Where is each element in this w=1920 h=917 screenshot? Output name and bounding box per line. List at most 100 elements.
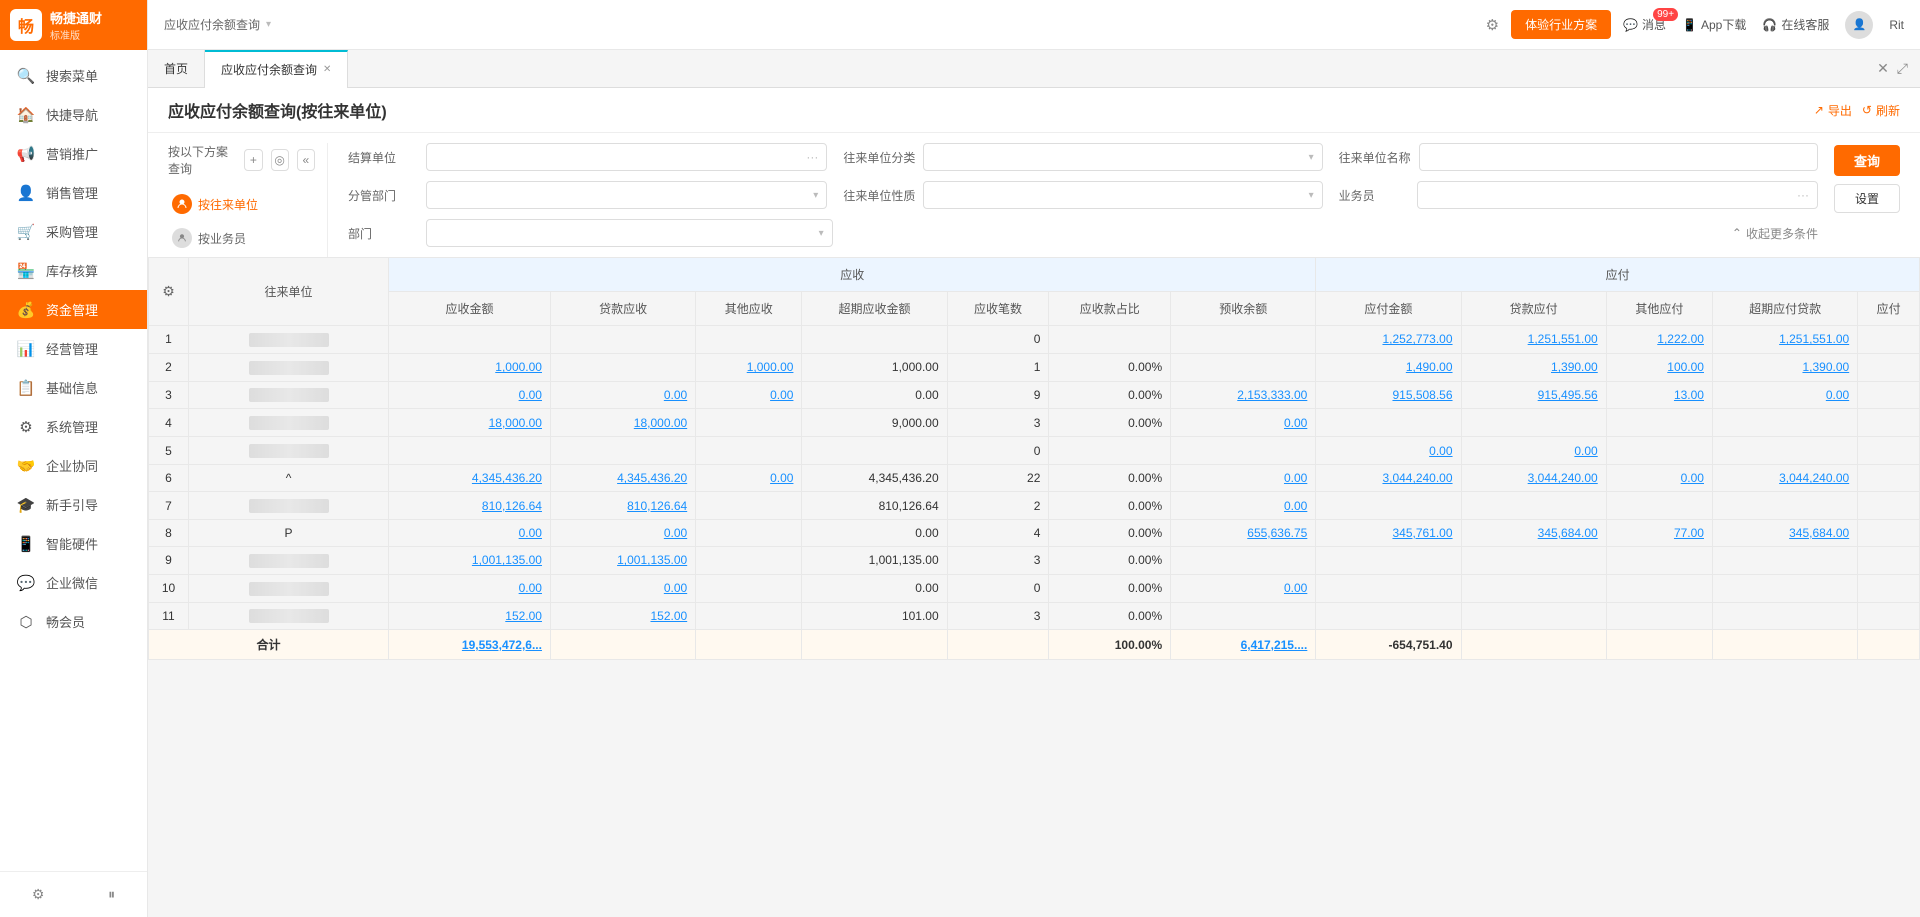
table-config-icon[interactable]: ⚙ (162, 283, 175, 299)
department-select[interactable]: ▾ (426, 219, 833, 247)
table-cell[interactable]: 0.00 (1171, 409, 1316, 437)
table-cell[interactable]: 0.00 (1316, 437, 1461, 465)
app-download-btn[interactable]: 📱 App下载 (1682, 16, 1746, 33)
sidebar-collapse-btn[interactable]: ⏸ (102, 880, 121, 909)
table-cell[interactable]: 0.00 (550, 381, 695, 409)
table-cell[interactable]: 13.00 (1606, 381, 1712, 409)
summary-ar-prepay[interactable]: 6,417,215.... (1171, 630, 1316, 660)
sidebar-item-purchase[interactable]: 🛒 采购管理 (0, 212, 147, 251)
table-cell[interactable]: 1,390.00 (1461, 353, 1606, 381)
sidebar-item-cooperation[interactable]: 🤝 企业协同 (0, 446, 147, 485)
table-cell[interactable]: 655,636.75 (1171, 519, 1316, 546)
settlement-unit-input[interactable]: ··· (426, 143, 827, 171)
table-cell[interactable]: 0.00 (1606, 465, 1712, 492)
table-cell[interactable]: 810,126.64 (389, 492, 551, 520)
table-cell[interactable]: 1,251,551.00 (1712, 326, 1857, 354)
sidebar-item-inventory[interactable]: 🏪 库存核算 (0, 251, 147, 290)
refresh-button[interactable]: ↺ 刷新 (1862, 102, 1900, 119)
table-cell[interactable]: 0.00 (696, 381, 802, 409)
sidebar-item-sales[interactable]: 👤 销售管理 (0, 173, 147, 212)
setting-button[interactable]: 设置 (1834, 184, 1900, 213)
table-cell[interactable]: 1,390.00 (1712, 353, 1857, 381)
table-cell[interactable]: 1,222.00 (1606, 326, 1712, 354)
table-cell[interactable]: 77.00 (1606, 519, 1712, 546)
collapse-btn[interactable]: ⌃ 收起更多条件 (1732, 225, 1818, 242)
filter-collapse-icon[interactable]: « (297, 149, 315, 171)
table-cell[interactable]: 1,001,135.00 (389, 546, 551, 574)
table-cell[interactable]: 2,153,333.00 (1171, 381, 1316, 409)
table-cell[interactable]: 1,000.00 (696, 353, 802, 381)
tab-close-window-icon[interactable]: ✕ (1877, 60, 1889, 77)
table-cell[interactable]: 0.00 (1171, 574, 1316, 602)
user-avatar[interactable]: 👤 (1845, 11, 1873, 39)
table-cell[interactable]: 1,252,773.00 (1316, 326, 1461, 354)
table-cell[interactable]: 152.00 (389, 602, 551, 630)
table-cell (550, 437, 695, 465)
table-cell[interactable]: 1,490.00 (1316, 353, 1461, 381)
table-cell[interactable]: 0.00 (1171, 492, 1316, 520)
table-cell[interactable]: 0.00 (389, 574, 551, 602)
export-button[interactable]: ↗ 导出 (1814, 102, 1852, 119)
trial-button[interactable]: 体验行业方案 (1511, 10, 1611, 39)
filter-settings-icon[interactable]: ◎ (271, 149, 289, 171)
sub-nav-by-staff[interactable]: 按业务员 (168, 223, 315, 253)
table-cell[interactable]: 18,000.00 (389, 409, 551, 437)
sidebar-item-member[interactable]: ⬡ 畅会员 (0, 602, 147, 641)
query-button[interactable]: 查询 (1834, 145, 1900, 176)
table-cell[interactable]: 3,044,240.00 (1712, 465, 1857, 492)
table-cell[interactable]: 4,345,436.20 (389, 465, 551, 492)
table-cell[interactable]: 3,044,240.00 (1461, 465, 1606, 492)
table-cell[interactable]: 345,684.00 (1461, 519, 1606, 546)
header-gear-icon[interactable]: ⚙ (1486, 16, 1499, 34)
table-cell[interactable]: 0.00 (550, 574, 695, 602)
sidebar-item-wechat[interactable]: 💬 企业微信 (0, 563, 147, 602)
sidebar-item-finance[interactable]: 💰 资金管理 (0, 290, 147, 329)
table-cell[interactable]: 4,345,436.20 (550, 465, 695, 492)
table-cell[interactable]: 100.00 (1606, 353, 1712, 381)
table-cell[interactable]: 915,495.56 (1461, 381, 1606, 409)
table-cell[interactable]: 0.00 (1171, 465, 1316, 492)
table-cell[interactable]: 0.00 (550, 519, 695, 546)
app-icon: 📱 (1682, 18, 1697, 32)
table-cell[interactable]: 810,126.64 (550, 492, 695, 520)
table-cell[interactable]: 0.00 (389, 519, 551, 546)
unit-nature-select[interactable]: ▾ (923, 181, 1322, 209)
online-service-btn[interactable]: 🎧 在线客服 (1762, 16, 1829, 33)
sidebar-item-hardware[interactable]: 📱 智能硬件 (0, 524, 147, 563)
table-cell[interactable]: 345,684.00 (1712, 519, 1857, 546)
table-cell[interactable]: 1,000.00 (389, 353, 551, 381)
summary-ar-amount[interactable]: 19,553,472,6... (389, 630, 551, 660)
sidebar-item-quicknav[interactable]: 🏠 快捷导航 (0, 95, 147, 134)
unit-category-select[interactable]: ▾ (923, 143, 1322, 171)
table-cell[interactable]: 0.00 (696, 465, 802, 492)
table-cell[interactable]: 0.00 (1461, 437, 1606, 465)
table-row: 418,000.0018,000.009,000.0030.00%0.00 (149, 409, 1920, 437)
table-cell[interactable]: 345,761.00 (1316, 519, 1461, 546)
message-btn[interactable]: 💬 消息 99+ (1623, 16, 1666, 33)
table-cell[interactable]: 3,044,240.00 (1316, 465, 1461, 492)
tab-home[interactable]: 首页 (148, 50, 205, 88)
sidebar-item-marketing[interactable]: 📢 营销推广 (0, 134, 147, 173)
filter-add-btn[interactable]: + (244, 149, 262, 171)
tab-maximize-icon[interactable]: ⤢ (1897, 60, 1908, 77)
salesperson-input[interactable]: ··· (1417, 181, 1818, 209)
table-cell[interactable]: 915,508.56 (1316, 381, 1461, 409)
table-cell[interactable]: 1,001,135.00 (550, 546, 695, 574)
table-cell[interactable]: 152.00 (550, 602, 695, 630)
table-cell[interactable]: 0.00 (1712, 381, 1857, 409)
table-cell[interactable]: 18,000.00 (550, 409, 695, 437)
sidebar-item-basic[interactable]: 📋 基础信息 (0, 368, 147, 407)
table-cell[interactable]: 1,251,551.00 (1461, 326, 1606, 354)
unit-name-input[interactable] (1419, 143, 1818, 171)
table-scroll[interactable]: ⚙ 往来单位 应收 应付 应收金额 贷款应收 其他应收 超期应收金额 应收笔数 (148, 257, 1920, 917)
sidebar-item-operations[interactable]: 📊 经营管理 (0, 329, 147, 368)
tab-ar-ap[interactable]: 应收应付余额查询 ✕ (205, 50, 348, 88)
sidebar-settings-btn[interactable]: ⚙ (26, 880, 51, 909)
sidebar-item-guide[interactable]: 🎓 新手引导 (0, 485, 147, 524)
dept-select[interactable]: ▾ (426, 181, 827, 209)
table-cell[interactable]: 0.00 (389, 381, 551, 409)
sidebar-item-system[interactable]: ⚙ 系统管理 (0, 407, 147, 446)
tab-close-icon[interactable]: ✕ (323, 64, 331, 75)
sub-nav-by-unit[interactable]: 按往来单位 (168, 189, 315, 219)
sidebar-item-search[interactable]: 🔍 搜索菜单 (0, 56, 147, 95)
